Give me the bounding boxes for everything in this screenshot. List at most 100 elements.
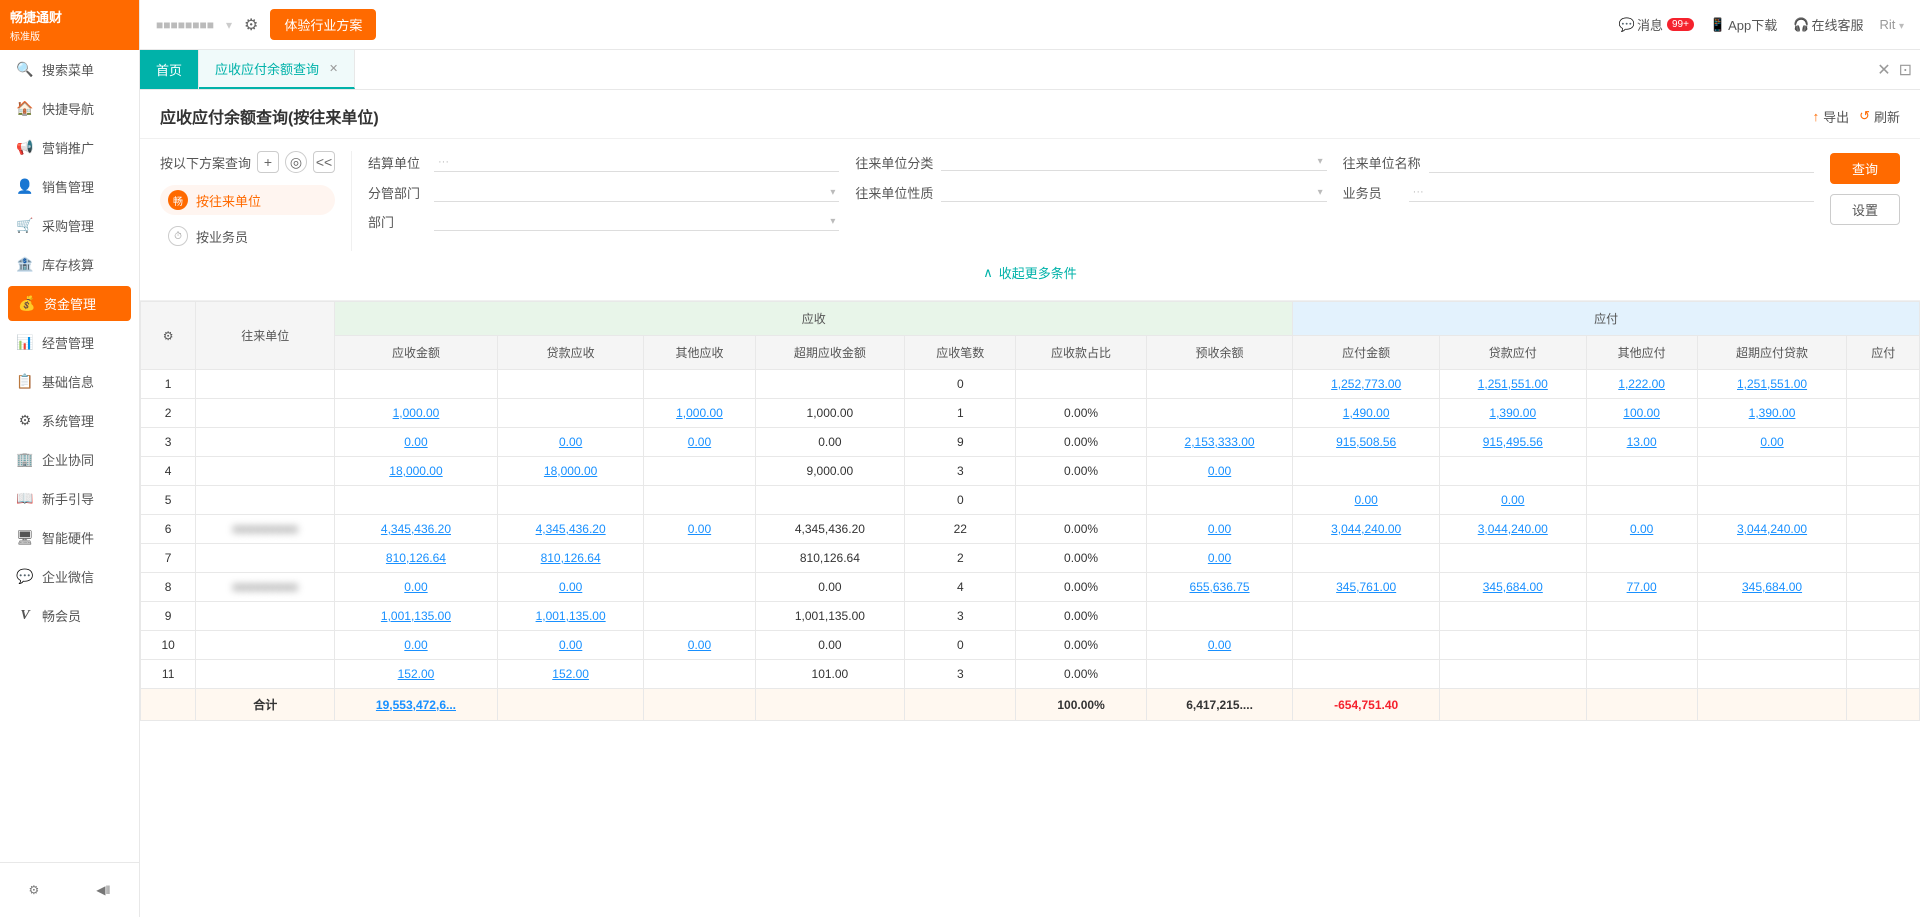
row-ap-amount[interactable]: 1,252,773.00 (1293, 370, 1440, 399)
partner-name-input[interactable] (1429, 151, 1814, 173)
row-ar-other[interactable]: 1,000.00 (644, 399, 755, 428)
row-ar-advance[interactable]: 0.00 (1146, 544, 1293, 573)
row-ar-other[interactable]: 0.00 (644, 631, 755, 660)
row-ar-amount[interactable]: 152.00 (335, 660, 498, 689)
row-ar-loan[interactable]: 18,000.00 (497, 457, 644, 486)
row-ap-loan[interactable]: 915,495.56 (1439, 428, 1586, 457)
row-ap-amount[interactable]: 0.00 (1293, 486, 1440, 515)
row-ar-amount[interactable]: 4,345,436.20 (335, 515, 498, 544)
row-ap-loan[interactable] (1439, 602, 1586, 631)
row-ap-loan[interactable] (1439, 660, 1586, 689)
row-ar-other[interactable]: 0.00 (644, 428, 755, 457)
row-ap-overdue[interactable] (1697, 486, 1847, 515)
sidebar-item-hardware[interactable]: 🖥 智能硬件 (0, 518, 139, 557)
row-ap-loan[interactable]: 1,390.00 (1439, 399, 1586, 428)
row-ar-loan[interactable]: 0.00 (497, 428, 644, 457)
partner-category-select[interactable]: ▾ (941, 153, 1326, 171)
row-ap-overdue[interactable] (1697, 544, 1847, 573)
row-ar-other[interactable] (644, 660, 755, 689)
row-ar-loan[interactable]: 0.00 (497, 573, 644, 602)
row-ar-amount[interactable]: 0.00 (335, 631, 498, 660)
tab-close-icon[interactable]: ✕ (329, 62, 338, 75)
online-service-btn[interactable]: 🎧 在线客服 (1793, 15, 1863, 34)
row-ap-amount[interactable] (1293, 544, 1440, 573)
row-ap-other[interactable]: 0.00 (1586, 515, 1697, 544)
industry-btn[interactable]: 体验行业方案 (270, 9, 376, 40)
scheme-expand-btn[interactable]: << (313, 151, 335, 173)
row-ar-amount[interactable]: 0.00 (335, 428, 498, 457)
tab-close-window-btn[interactable]: ✕ (1877, 60, 1890, 80)
th-settings[interactable]: ⚙ (141, 302, 196, 370)
row-ap-amount[interactable] (1293, 457, 1440, 486)
row-ap-overdue[interactable]: 3,044,240.00 (1697, 515, 1847, 544)
row-ar-advance[interactable]: 0.00 (1146, 457, 1293, 486)
row-ap-overdue[interactable] (1697, 660, 1847, 689)
row-ar-other[interactable] (644, 602, 755, 631)
sidebar-item-quick-nav[interactable]: 🏠 快捷导航 (0, 89, 139, 128)
row-ap-amount[interactable]: 915,508.56 (1293, 428, 1440, 457)
refresh-btn[interactable]: ↺ 刷新 (1859, 107, 1900, 126)
query-btn[interactable]: 查询 (1830, 153, 1900, 184)
row-ar-loan[interactable]: 1,001,135.00 (497, 602, 644, 631)
sidebar-item-inventory[interactable]: 🏦 库存核算 (0, 245, 139, 284)
row-ar-amount[interactable] (335, 486, 498, 515)
row-ar-loan[interactable] (497, 486, 644, 515)
row-ar-loan[interactable]: 152.00 (497, 660, 644, 689)
row-ap-other[interactable]: 100.00 (1586, 399, 1697, 428)
row-ar-other[interactable] (644, 486, 755, 515)
tab-maximize-btn[interactable]: ⊡ (1899, 60, 1912, 80)
sidebar-item-marketing[interactable]: 📢 营销推广 (0, 128, 139, 167)
row-ap-overdue[interactable]: 345,684.00 (1697, 573, 1847, 602)
add-scheme-btn[interactable]: + (257, 151, 279, 173)
row-ap-amount[interactable]: 1,490.00 (1293, 399, 1440, 428)
sidebar-settings-btn[interactable]: ⚙ (13, 875, 56, 905)
sidebar-item-wechat[interactable]: 💬 企业微信 (0, 557, 139, 596)
row-ar-other[interactable] (644, 544, 755, 573)
user-profile[interactable]: Rit ▾ (1879, 17, 1904, 32)
row-ap-overdue[interactable]: 1,390.00 (1697, 399, 1847, 428)
row-ap-loan[interactable] (1439, 544, 1586, 573)
row-ar-other[interactable] (644, 457, 755, 486)
row-ar-loan[interactable] (497, 370, 644, 399)
sidebar-item-operation[interactable]: 📊 经营管理 (0, 323, 139, 362)
sidebar-item-purchase[interactable]: 🛒 采购管理 (0, 206, 139, 245)
dept-manager-select[interactable]: ▾ (434, 184, 839, 202)
row-ap-other[interactable] (1586, 660, 1697, 689)
row-ap-other[interactable]: 13.00 (1586, 428, 1697, 457)
row-ap-other[interactable]: 1,222.00 (1586, 370, 1697, 399)
sidebar-collapse-btn[interactable]: ◀‖ (80, 875, 126, 905)
salesperson-input[interactable]: ··· (1409, 183, 1814, 202)
total-ar[interactable]: 19,553,472,6... (335, 689, 498, 721)
row-ap-amount[interactable] (1293, 602, 1440, 631)
row-ap-overdue[interactable] (1697, 457, 1847, 486)
sidebar-item-corp[interactable]: 🏢 企业协同 (0, 440, 139, 479)
row-ar-other[interactable] (644, 370, 755, 399)
row-ar-advance[interactable]: 0.00 (1146, 631, 1293, 660)
row-ap-other[interactable] (1586, 631, 1697, 660)
row-ap-other[interactable] (1586, 602, 1697, 631)
sidebar-item-sales[interactable]: 👤 销售管理 (0, 167, 139, 206)
gear-icon[interactable]: ⚙ (244, 15, 258, 35)
row-ap-other[interactable] (1586, 544, 1697, 573)
notifications-btn[interactable]: 💬 消息 99+ (1619, 15, 1694, 34)
collapse-more-btn[interactable]: ∧ 收起更多条件 (160, 257, 1900, 288)
tab-ar-ap[interactable]: 应收应付余额查询 ✕ (199, 50, 355, 89)
app-download-btn[interactable]: 📱 App下载 (1710, 15, 1777, 34)
row-ar-amount[interactable]: 810,126.64 (335, 544, 498, 573)
row-ar-advance[interactable]: 655,636.75 (1146, 573, 1293, 602)
row-ap-overdue[interactable] (1697, 631, 1847, 660)
sidebar-item-finance[interactable]: 💰 资金管理 (8, 286, 131, 321)
dept-select[interactable]: ▾ (434, 213, 839, 231)
row-ap-overdue[interactable]: 1,251,551.00 (1697, 370, 1847, 399)
sidebar-item-basic[interactable]: 📋 基础信息 (0, 362, 139, 401)
row-ap-loan[interactable]: 3,044,240.00 (1439, 515, 1586, 544)
row-ap-amount[interactable] (1293, 660, 1440, 689)
export-btn[interactable]: ↑ 导出 (1813, 107, 1850, 126)
row-ap-other[interactable] (1586, 457, 1697, 486)
row-ap-other[interactable]: 77.00 (1586, 573, 1697, 602)
row-ar-other[interactable] (644, 573, 755, 602)
row-ap-other[interactable] (1586, 486, 1697, 515)
row-ap-loan[interactable]: 345,684.00 (1439, 573, 1586, 602)
sidebar-item-member[interactable]: V 畅会员 (0, 596, 139, 635)
tab-home[interactable]: 首页 (140, 50, 199, 89)
